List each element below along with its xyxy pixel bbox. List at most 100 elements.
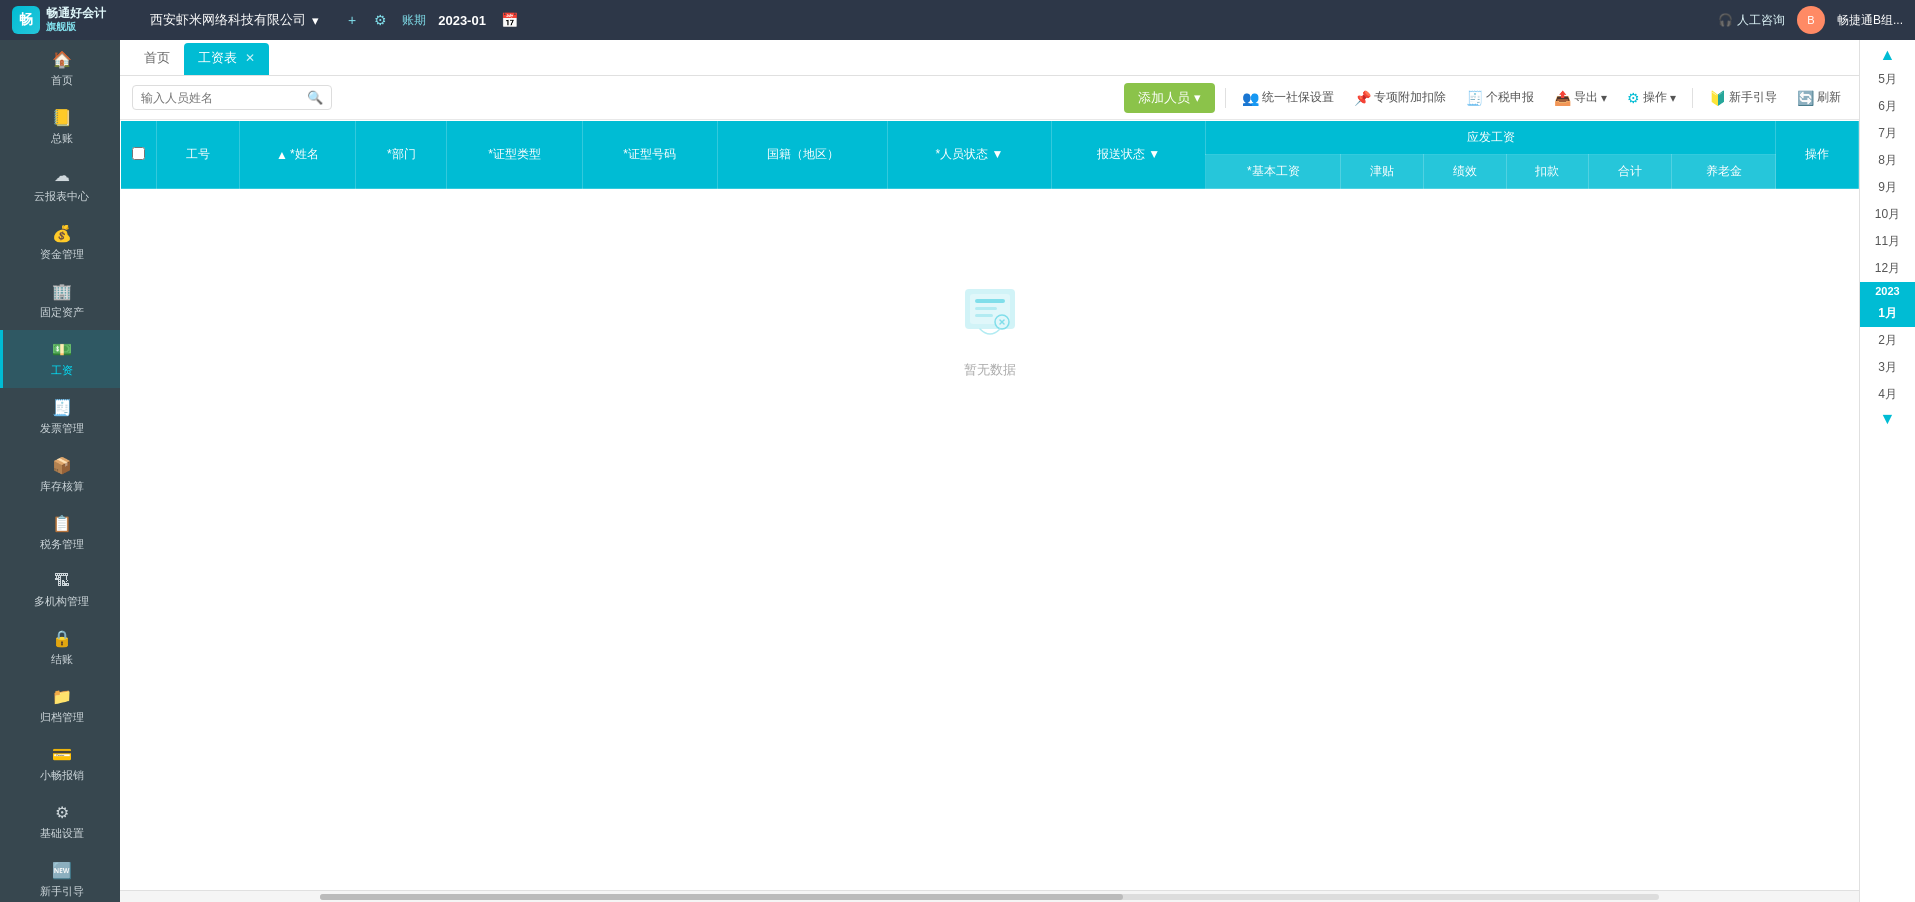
toolbar: 🔍 添加人员 ▾ 👥 统一社保设置 📌 专项附加扣除 🧾 个: [120, 76, 1859, 120]
th-total: 合计: [1589, 155, 1672, 189]
logo-icon: 畅: [12, 6, 40, 34]
sidebar-label-archive: 归档管理: [40, 710, 84, 725]
th-checkbox[interactable]: [121, 121, 157, 189]
toolbar-right: 添加人员 ▾ 👥 统一社保设置 📌 专项附加扣除 🧾 个税申报 📤: [1124, 83, 1847, 113]
service-label: 人工咨询: [1737, 12, 1785, 29]
operations-dropdown-icon: ▾: [1670, 91, 1676, 105]
month-2022-9[interactable]: 9月: [1860, 174, 1915, 201]
tab-salary-table[interactable]: 工资表 ✕: [184, 43, 269, 75]
add-person-button[interactable]: 添加人员 ▾: [1124, 83, 1215, 113]
tab-close-icon[interactable]: ✕: [245, 51, 255, 65]
search-icon[interactable]: 🔍: [307, 90, 323, 105]
export-label: 导出: [1574, 89, 1598, 106]
month-2023-4[interactable]: 4月: [1860, 381, 1915, 408]
sort-asc-icon[interactable]: ▲: [276, 148, 288, 162]
refresh-action[interactable]: 🔄 刷新: [1791, 85, 1847, 110]
month-2022-7[interactable]: 7月: [1860, 120, 1915, 147]
search-input[interactable]: [141, 91, 301, 105]
sidebar-item-ledger[interactable]: 📒 总账: [0, 98, 120, 156]
th-employee-id: 工号: [157, 121, 240, 189]
sidebar-item-home[interactable]: 🏠 首页: [0, 40, 120, 98]
month-2022-8[interactable]: 8月: [1860, 147, 1915, 174]
main-layout: 🏠 首页 📒 总账 ☁ 云报表中心 💰 资金管理 🏢 固定资产 💵 工资 🧾 发…: [0, 40, 1915, 902]
app-sub: 旗舰版: [46, 20, 106, 34]
sidebar-item-salary[interactable]: 💵 工资: [0, 330, 120, 388]
month-2023-2[interactable]: 2月: [1860, 327, 1915, 354]
header-icons: + ⚙ 账期 2023-01 📅: [345, 9, 521, 31]
th-operations: 操作: [1776, 121, 1859, 189]
svg-rect-3: [975, 307, 997, 310]
assets-icon: 🏢: [52, 282, 72, 301]
sidebar-item-close[interactable]: 🔒 结账: [0, 619, 120, 677]
sidebar-item-guide[interactable]: 🆕 新手引导: [0, 851, 120, 902]
period-value[interactable]: 2023-01: [438, 13, 486, 28]
calendar-icon[interactable]: 📅: [498, 9, 521, 31]
export-dropdown-icon: ▾: [1601, 91, 1607, 105]
svg-rect-4: [975, 314, 993, 317]
sidebar-item-expense[interactable]: 💳 小畅报销: [0, 735, 120, 793]
th-base-salary: *基本工资: [1206, 155, 1341, 189]
tab-home[interactable]: 首页: [130, 43, 184, 75]
social-insurance-action[interactable]: 👥 统一社保设置: [1236, 85, 1340, 110]
export-icon: 📤: [1554, 90, 1571, 106]
service-button[interactable]: 🎧 人工咨询: [1718, 12, 1785, 29]
th-id-number: *证型号码: [582, 121, 717, 189]
sidebar-label-home: 首页: [51, 73, 73, 88]
service-icon: 🎧: [1718, 13, 1733, 27]
tax-report-action[interactable]: 🧾 个税申报: [1460, 85, 1540, 110]
month-2022-11[interactable]: 11月: [1860, 228, 1915, 255]
month-2022-5[interactable]: 5月: [1860, 66, 1915, 93]
export-action[interactable]: 📤 导出 ▾: [1548, 85, 1613, 110]
deduction-icon: 📌: [1354, 90, 1371, 106]
user-avatar: B: [1797, 6, 1825, 34]
guide-action-label: 新手引导: [1729, 89, 1777, 106]
sidebar-item-settings[interactable]: ⚙ 基础设置: [0, 793, 120, 851]
sidebar-label-inventory: 库存核算: [40, 479, 84, 494]
social-insurance-icon: 👥: [1242, 90, 1259, 106]
sidebar-item-invoice[interactable]: 🧾 发票管理: [0, 388, 120, 446]
panel-nav-up[interactable]: ▲: [1860, 44, 1915, 66]
month-2022-6[interactable]: 6月: [1860, 93, 1915, 120]
sidebar-label-guide: 新手引导: [40, 884, 84, 899]
sidebar-item-assets[interactable]: 🏢 固定资产: [0, 272, 120, 330]
deduction-label: 专项附加扣除: [1374, 89, 1446, 106]
company-dropdown-icon[interactable]: ▾: [312, 13, 319, 28]
panel-nav-down[interactable]: ▼: [1860, 408, 1915, 430]
guide-action[interactable]: 🔰 新手引导: [1703, 85, 1783, 110]
svg-rect-2: [975, 299, 1005, 303]
th-allowance: 津贴: [1341, 155, 1424, 189]
table-wrapper: 工号 ▲ *姓名 *部门 *证型类型: [120, 120, 1859, 890]
month-2023-3[interactable]: 3月: [1860, 354, 1915, 381]
filter-report-icon[interactable]: ▼: [1148, 147, 1160, 161]
month-2023-1[interactable]: 1月: [1860, 300, 1915, 327]
scrollbar-track: [320, 894, 1659, 900]
sidebar-item-inventory[interactable]: 📦 库存核算: [0, 446, 120, 504]
funds-icon: 💰: [52, 224, 72, 243]
content-area: 首页 工资表 ✕ 🔍 添加人员 ▾ 👥 统一社保设置: [120, 40, 1859, 902]
sidebar-item-cloud[interactable]: ☁ 云报表中心: [0, 156, 120, 214]
tab-salary-label: 工资表: [198, 49, 237, 67]
sidebar-label-salary: 工资: [51, 363, 73, 378]
month-2022-10[interactable]: 10月: [1860, 201, 1915, 228]
th-salary-group: 应发工资: [1206, 121, 1776, 155]
settings-icon[interactable]: ⚙: [371, 9, 390, 31]
sidebar-label-invoice: 发票管理: [40, 421, 84, 436]
th-department: *部门: [356, 121, 447, 189]
tab-home-label: 首页: [144, 50, 170, 65]
sidebar-item-funds[interactable]: 💰 资金管理: [0, 214, 120, 272]
sidebar-item-tax[interactable]: 📋 税务管理: [0, 504, 120, 562]
sidebar-label-funds: 资金管理: [40, 247, 84, 262]
month-2022-12[interactable]: 12月: [1860, 255, 1915, 282]
app-name: 畅通好会计: [46, 6, 106, 20]
operations-action[interactable]: ⚙ 操作 ▾: [1621, 85, 1682, 110]
refresh-label: 刷新: [1817, 89, 1841, 106]
add-button[interactable]: +: [345, 9, 359, 31]
top-header: 畅 畅通好会计 旗舰版 西安虾米网络科技有限公司 ▾ + ⚙ 账期 2023-0…: [0, 0, 1915, 40]
select-all-checkbox[interactable]: [132, 147, 145, 160]
sidebar-item-archive[interactable]: 📁 归档管理: [0, 677, 120, 735]
sidebar-item-multi[interactable]: 🏗 多机构管理: [0, 562, 120, 619]
deduction-action[interactable]: 📌 专项附加扣除: [1348, 85, 1452, 110]
company-selector[interactable]: 西安虾米网络科技有限公司 ▾: [142, 7, 327, 33]
bottom-scrollbar[interactable]: [120, 890, 1859, 902]
filter-status-icon[interactable]: ▼: [992, 147, 1004, 161]
